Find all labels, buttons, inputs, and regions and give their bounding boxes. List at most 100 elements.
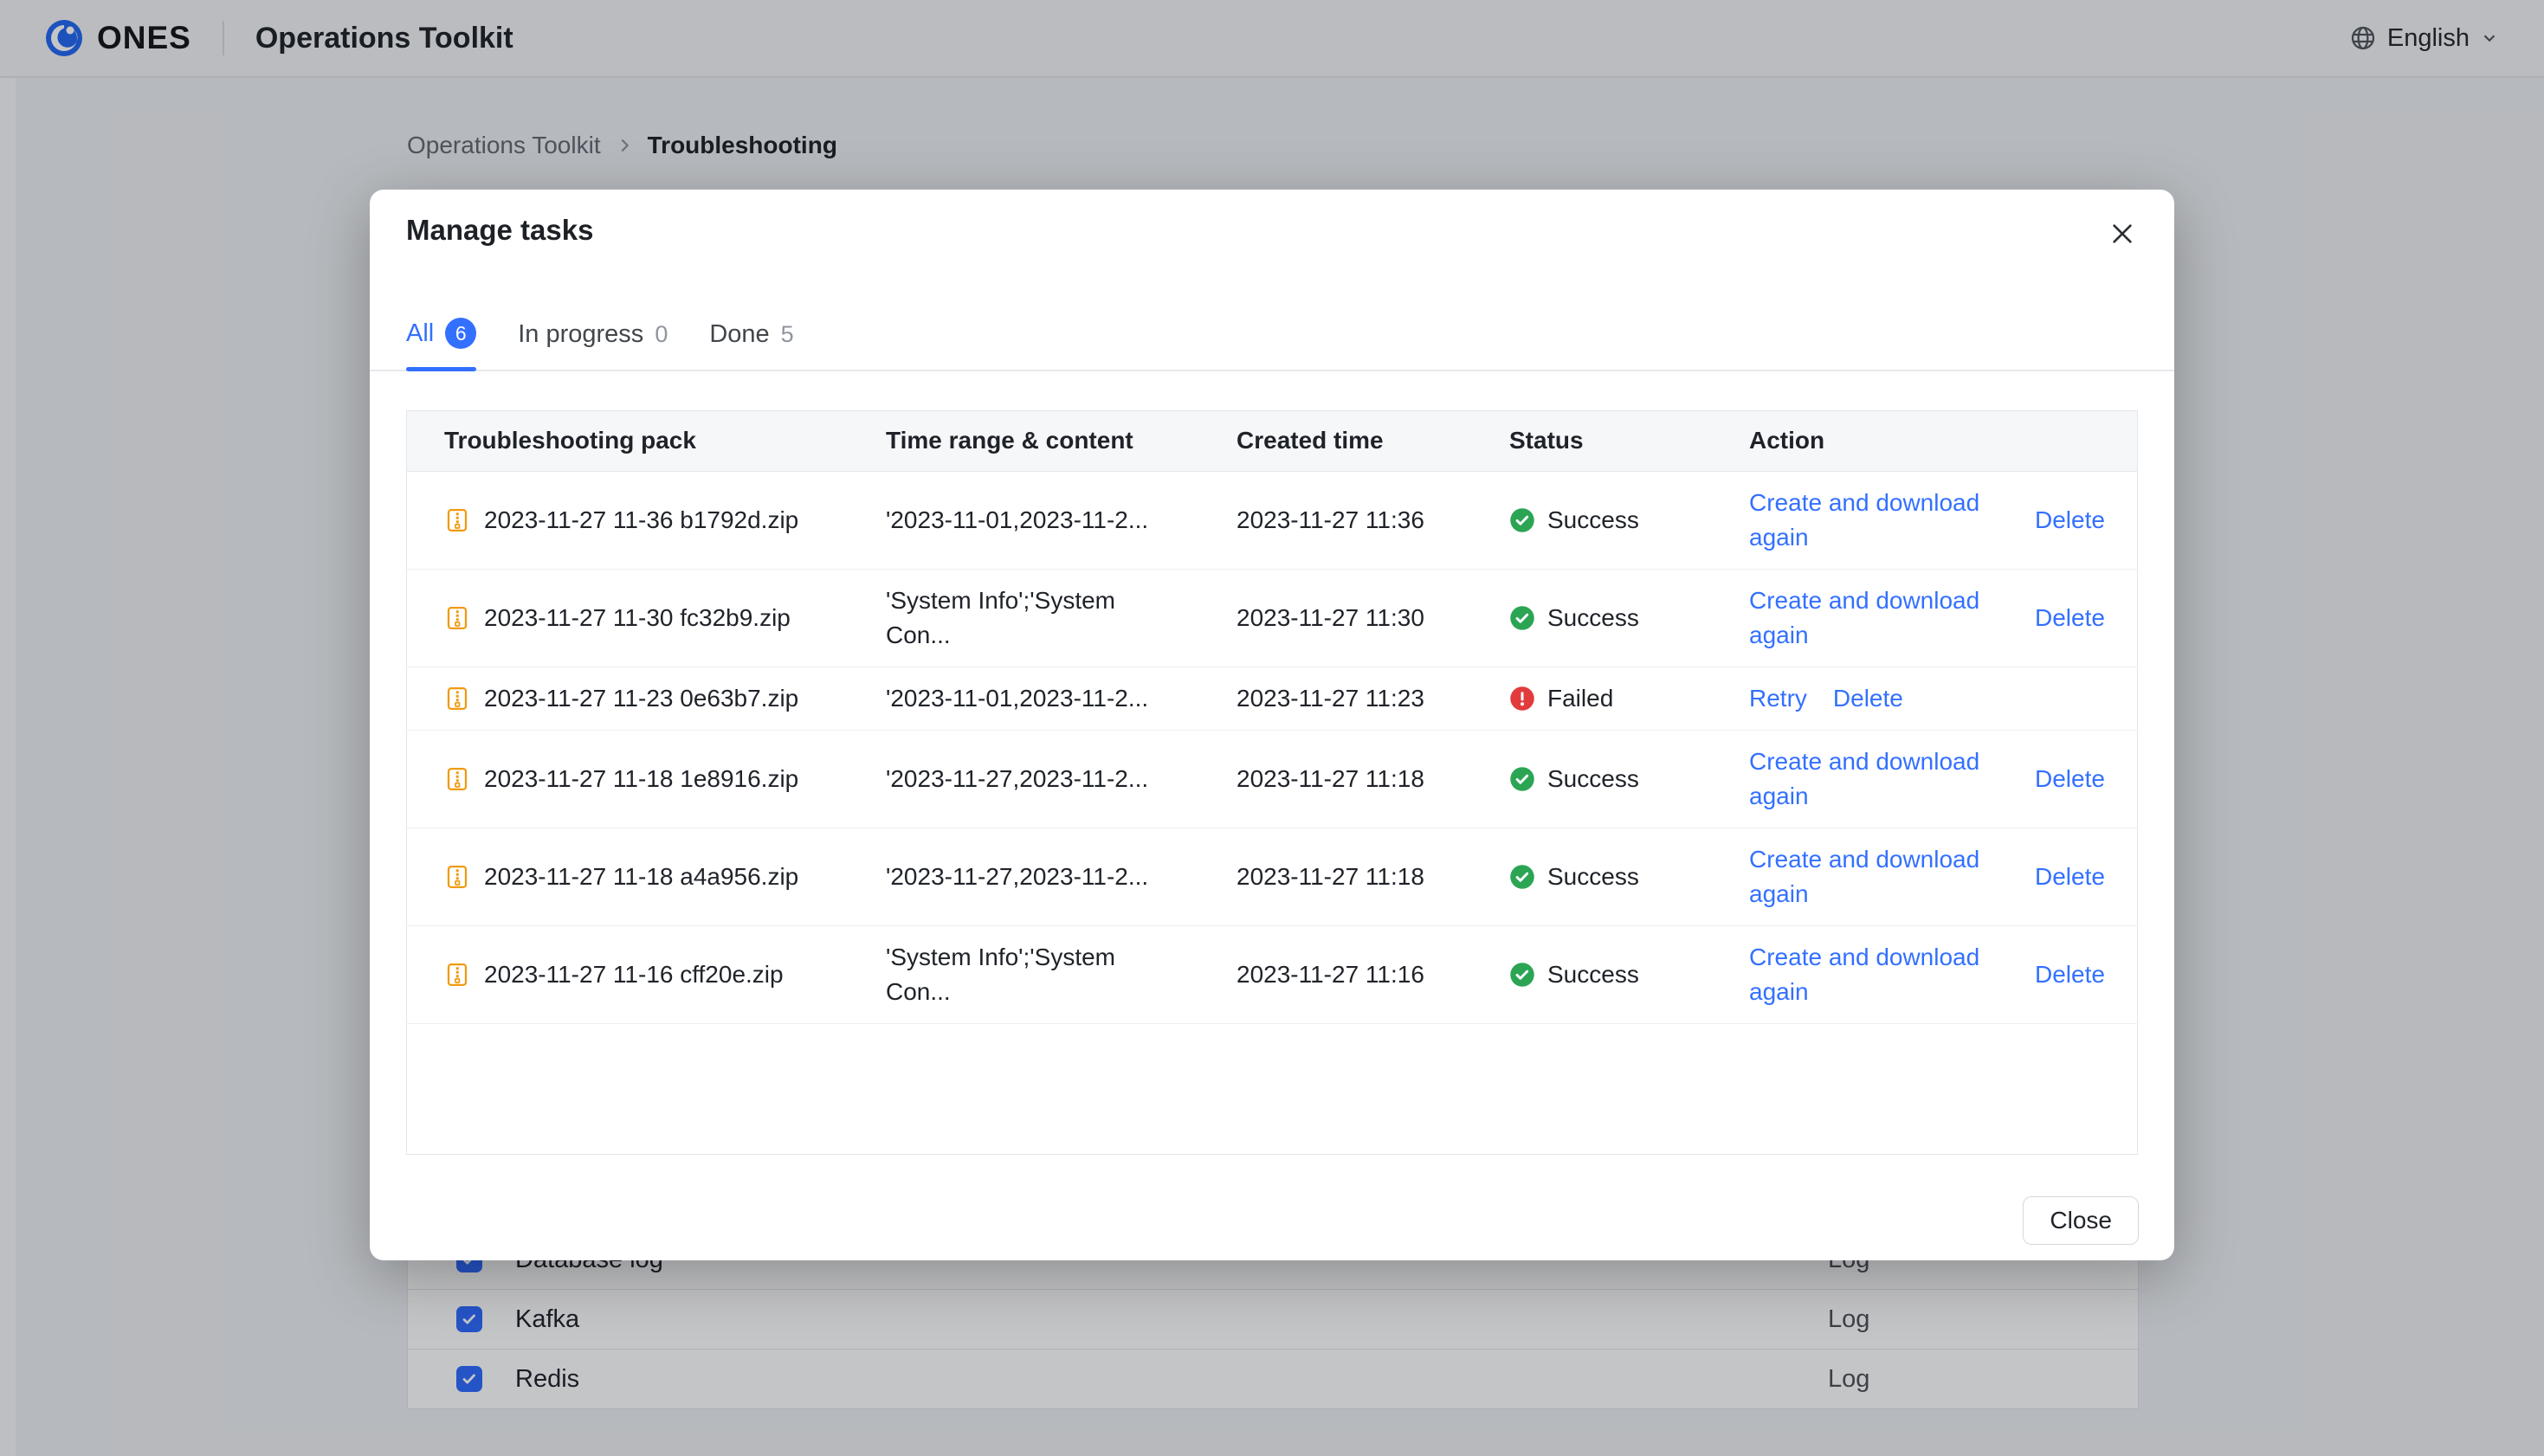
delete-link[interactable]: Delete [2035, 503, 2105, 538]
status-cell: Success [1472, 471, 1712, 570]
pack-cell: 2023-11-27 11-16 cff20e.zip [407, 925, 849, 1024]
action-cell: Retry Delete [1712, 667, 2137, 731]
created-time-text: 2023-11-27 11:30 [1236, 603, 1424, 631]
delete-link[interactable]: Delete [2035, 860, 2105, 894]
create-and-download-again-link[interactable]: Create and download again [1749, 842, 2009, 912]
pack-cell: 2023-11-27 11-23 0e63b7.zip [407, 667, 849, 731]
tab-done[interactable]: Done 5 [709, 320, 793, 370]
action-cell: Create and download again Delete [1712, 471, 2137, 570]
success-icon [1509, 962, 1535, 988]
success-icon [1509, 864, 1535, 890]
time-range-text: '2023-11-27,2023-11-2... [886, 764, 1149, 792]
time-range-text: 'System Info';'System Con... [886, 943, 1116, 1005]
tab-label: In progress [518, 320, 644, 348]
time-range-cell: '2023-11-01,2023-11-2... [849, 471, 1199, 570]
create-and-download-again-link[interactable]: Create and download again [1749, 486, 2009, 555]
action-cell: Create and download again Delete [1712, 925, 2137, 1024]
time-range-cell: '2023-11-27,2023-11-2... [849, 828, 1199, 926]
table-header-row: Troubleshooting pack Time range & content… [407, 411, 2137, 472]
tab-label: All [406, 319, 435, 347]
zip-file-icon [444, 605, 470, 631]
status-cell: Success [1472, 925, 1712, 1024]
column-header-troubleshooting-pack: Troubleshooting pack [407, 411, 849, 472]
time-range-text: '2023-11-01,2023-11-2... [886, 506, 1149, 533]
tab-label: Done [709, 320, 770, 348]
delete-link[interactable]: Delete [2035, 601, 2105, 635]
delete-link[interactable]: Delete [2035, 762, 2105, 796]
create-and-download-again-link[interactable]: Create and download again [1749, 583, 2009, 653]
created-time-text: 2023-11-27 11:23 [1236, 684, 1424, 712]
created-time-cell: 2023-11-27 11:18 [1199, 730, 1472, 828]
success-icon [1509, 507, 1535, 533]
status-cell: Success [1472, 730, 1712, 828]
column-header-created-time: Created time [1199, 411, 1472, 472]
tab-count: 0 [655, 321, 668, 347]
time-range-cell: 'System Info';'System Con... [849, 569, 1199, 667]
failed-icon [1509, 686, 1535, 712]
action-cell: Create and download again Delete [1712, 730, 2137, 828]
table-row: 2023-11-27 11-23 0e63b7.zip '2023-11-01,2… [407, 667, 2137, 731]
pack-cell: 2023-11-27 11-36 b1792d.zip [407, 471, 849, 570]
task-table-body: 2023-11-27 11-36 b1792d.zip '2023-11-01,2… [407, 471, 2137, 1024]
tab-in-progress[interactable]: In progress 0 [518, 320, 668, 370]
manage-tasks-modal: Manage tasks All 6 In progress 0 Done 5 Troub… [370, 190, 2174, 1260]
close-button[interactable]: Close [2023, 1196, 2139, 1245]
create-and-download-again-link[interactable]: Create and download again [1749, 940, 2009, 1009]
pack-cell: 2023-11-27 11-30 fc32b9.zip [407, 569, 849, 667]
pack-name: 2023-11-27 11-18 1e8916.zip [484, 764, 799, 792]
table-row: 2023-11-27 11-36 b1792d.zip '2023-11-01,2… [407, 471, 2137, 570]
pack-name: 2023-11-27 11-36 b1792d.zip [484, 506, 799, 533]
tabs: All 6 In progress 0 Done 5 [370, 293, 2174, 371]
status-cell: Failed [1472, 667, 1712, 731]
table-row: 2023-11-27 11-30 fc32b9.zip 'System Info'… [407, 569, 2137, 667]
status-text: Success [1547, 506, 1639, 533]
column-header-time-range-content: Time range & content [849, 411, 1199, 472]
delete-link[interactable]: Delete [2035, 957, 2105, 992]
created-time-text: 2023-11-27 11:16 [1236, 960, 1424, 988]
pack-name: 2023-11-27 11-23 0e63b7.zip [484, 684, 799, 712]
table-row: 2023-11-27 11-18 1e8916.zip '2023-11-27,2… [407, 730, 2137, 828]
zip-file-icon [444, 962, 470, 988]
status-text: Success [1547, 764, 1639, 792]
success-icon [1509, 766, 1535, 792]
time-range-text: 'System Info';'System Con... [886, 586, 1116, 648]
action-cell: Create and download again Delete [1712, 569, 2137, 667]
retry-link[interactable]: Retry [1749, 681, 1807, 716]
pack-cell: 2023-11-27 11-18 1e8916.zip [407, 730, 849, 828]
created-time-cell: 2023-11-27 11:23 [1199, 667, 1472, 731]
status-text: Success [1547, 603, 1639, 631]
delete-link[interactable]: Delete [1833, 681, 1903, 716]
zip-file-icon [444, 766, 470, 792]
status-cell: Success [1472, 569, 1712, 667]
tab-count: 6 [445, 318, 477, 349]
created-time-cell: 2023-11-27 11:18 [1199, 828, 1472, 926]
table-row: 2023-11-27 11-18 a4a956.zip '2023-11-27,2… [407, 828, 2137, 926]
time-range-cell: '2023-11-27,2023-11-2... [849, 730, 1199, 828]
created-time-cell: 2023-11-27 11:36 [1199, 471, 1472, 570]
modal-title: Manage tasks [406, 214, 594, 246]
pack-name: 2023-11-27 11-16 cff20e.zip [484, 960, 784, 988]
success-icon [1509, 605, 1535, 631]
pack-name: 2023-11-27 11-18 a4a956.zip [484, 862, 799, 890]
status-text: Failed [1547, 684, 1614, 712]
time-range-text: '2023-11-27,2023-11-2... [886, 862, 1149, 890]
zip-file-icon [444, 686, 470, 712]
tab-count: 5 [780, 321, 794, 347]
status-cell: Success [1472, 828, 1712, 926]
tab-all[interactable]: All 6 [406, 318, 477, 371]
time-range-cell: 'System Info';'System Con... [849, 925, 1199, 1024]
pack-name: 2023-11-27 11-30 fc32b9.zip [484, 603, 791, 631]
close-icon[interactable] [2106, 217, 2139, 250]
time-range-text: '2023-11-01,2023-11-2... [886, 684, 1149, 712]
zip-file-icon [444, 864, 470, 890]
created-time-text: 2023-11-27 11:36 [1236, 506, 1424, 533]
task-table: Troubleshooting pack Time range & content… [406, 410, 2138, 1155]
table-row: 2023-11-27 11-16 cff20e.zip 'System Info'… [407, 925, 2137, 1024]
status-text: Success [1547, 862, 1639, 890]
status-text: Success [1547, 960, 1639, 988]
create-and-download-again-link[interactable]: Create and download again [1749, 744, 2009, 814]
column-header-status: Status [1472, 411, 1712, 472]
column-header-action: Action [1712, 411, 2137, 472]
action-cell: Create and download again Delete [1712, 828, 2137, 926]
created-time-text: 2023-11-27 11:18 [1236, 862, 1424, 890]
